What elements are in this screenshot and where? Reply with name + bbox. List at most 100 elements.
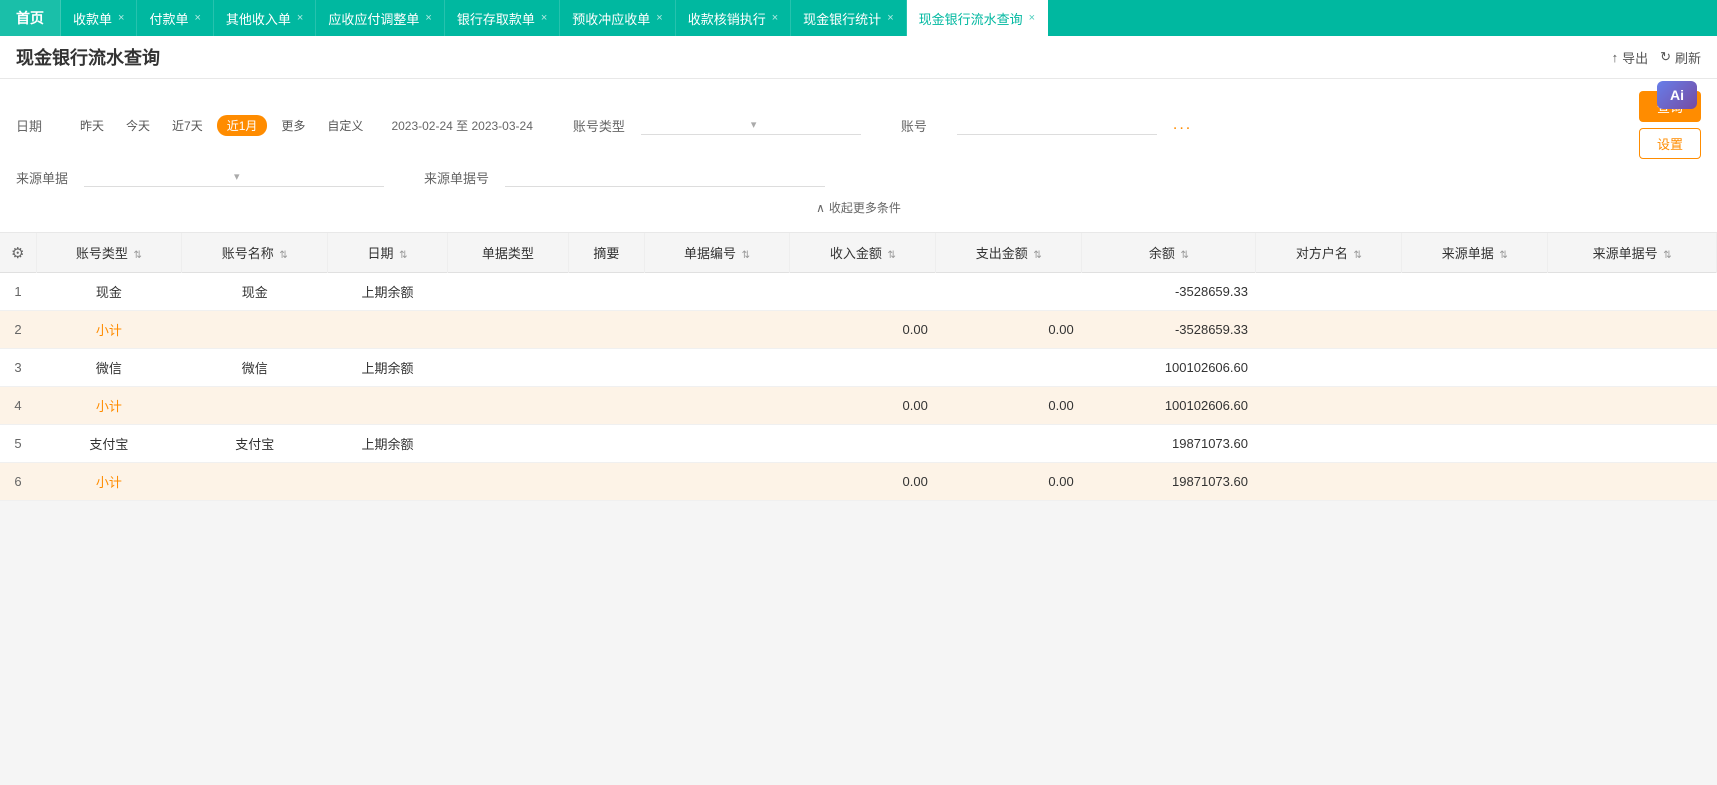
table-row: 4小计0.000.00100102606.60: [0, 387, 1717, 425]
close-icon[interactable]: ×: [118, 12, 124, 24]
account-select[interactable]: [957, 115, 1157, 135]
date-label: 日期: [16, 116, 56, 135]
close-icon[interactable]: ×: [425, 12, 431, 24]
close-icon[interactable]: ×: [297, 12, 303, 24]
th-date[interactable]: 日期 ⇅: [328, 233, 448, 273]
cell-balance: -3528659.33: [1082, 311, 1256, 349]
close-icon[interactable]: ×: [541, 12, 547, 24]
cell-date: 上期余额: [328, 349, 448, 387]
th-account-type[interactable]: 账号类型 ⇅: [36, 233, 182, 273]
date-opt-custom[interactable]: 自定义: [319, 115, 371, 136]
date-opt-yesterday[interactable]: 昨天: [72, 115, 112, 136]
th-source-doc[interactable]: 来源单据 ⇅: [1402, 233, 1548, 273]
header-actions: ↑ 导出 ↻ 刷新 Ai: [1612, 48, 1701, 67]
date-opt-today[interactable]: 今天: [118, 115, 158, 136]
th-source-doc-no[interactable]: 来源单据号 ⇅: [1548, 233, 1717, 273]
cell-account-type: 小计: [36, 387, 182, 425]
cell-doc-no: [644, 349, 790, 387]
nav-item-other-income[interactable]: 其他收入单 ×: [214, 0, 316, 36]
cell-source-doc: [1402, 273, 1548, 311]
account-type-select[interactable]: ▾: [641, 115, 861, 135]
close-icon[interactable]: ×: [887, 12, 893, 24]
date-options: 昨天 今天 近7天 近1月 更多 自定义: [72, 115, 371, 136]
nav-item-stats[interactable]: 现金银行统计 ×: [791, 0, 906, 36]
table-header-row: ⚙ 账号类型 ⇅ 账号名称 ⇅ 日期 ⇅ 单据类型 摘要 单据编号 ⇅ 收入金额…: [0, 233, 1717, 273]
close-icon[interactable]: ×: [656, 12, 662, 24]
chevron-up-icon: ∧: [816, 201, 825, 215]
cell-counterparty: [1256, 349, 1402, 387]
cell-source-doc: [1402, 311, 1548, 349]
nav-item-shoukuan[interactable]: 收款单 ×: [61, 0, 137, 36]
close-icon[interactable]: ×: [1029, 12, 1035, 24]
top-nav: 首页 收款单 × 付款单 × 其他收入单 × 应收应付调整单 × 银行存取款单 …: [0, 0, 1717, 36]
cell-doc-type: [447, 273, 568, 311]
cell-balance: 100102606.60: [1082, 387, 1256, 425]
row-number: 3: [0, 349, 36, 387]
close-icon[interactable]: ×: [772, 12, 778, 24]
source-doc-no-input[interactable]: [505, 167, 825, 187]
gear-icon[interactable]: ⚙: [11, 245, 24, 262]
cell-source-doc: [1402, 425, 1548, 463]
th-balance[interactable]: 余额 ⇅: [1082, 233, 1256, 273]
cell-summary: [569, 387, 645, 425]
date-opt-7days[interactable]: 近7天: [164, 115, 211, 136]
account-label: 账号: [901, 116, 941, 135]
refresh-button[interactable]: ↻ 刷新: [1660, 48, 1701, 67]
cell-expense: [936, 425, 1082, 463]
nav-item-verification[interactable]: 收款核销执行 ×: [676, 0, 791, 36]
cell-balance: -3528659.33: [1082, 273, 1256, 311]
nav-item-adjustment[interactable]: 应收应付调整单 ×: [316, 0, 444, 36]
cell-income: 0.00: [790, 387, 936, 425]
th-income[interactable]: 收入金额 ⇅: [790, 233, 936, 273]
source-doc-select[interactable]: ▾: [84, 167, 384, 187]
cell-account-type: 微信: [36, 349, 182, 387]
cell-date: [328, 463, 448, 501]
row-number: 6: [0, 463, 36, 501]
th-doc-no[interactable]: 单据编号 ⇅: [644, 233, 790, 273]
sort-arrows-icon: ⇅: [279, 250, 287, 261]
nav-home[interactable]: 首页: [0, 0, 61, 36]
nav-item-flow-query[interactable]: 现金银行流水查询 ×: [907, 0, 1048, 36]
cell-source-doc: [1402, 463, 1548, 501]
table-container: ⚙ 账号类型 ⇅ 账号名称 ⇅ 日期 ⇅ 单据类型 摘要 单据编号 ⇅ 收入金额…: [0, 233, 1717, 501]
th-summary: 摘要: [569, 233, 645, 273]
cell-account-type: 小计: [36, 463, 182, 501]
chevron-down-icon-2: ▾: [234, 170, 378, 183]
cell-source-doc-no: [1548, 273, 1717, 311]
account-type-label: 账号类型: [573, 116, 625, 135]
th-settings[interactable]: ⚙: [0, 233, 36, 273]
cell-balance: 100102606.60: [1082, 349, 1256, 387]
export-button[interactable]: ↑ 导出: [1612, 48, 1649, 67]
th-counterparty[interactable]: 对方户名 ⇅: [1256, 233, 1402, 273]
cell-doc-no: [644, 311, 790, 349]
cell-expense: [936, 349, 1082, 387]
close-icon[interactable]: ×: [194, 12, 200, 24]
cell-doc-no: [644, 425, 790, 463]
cell-summary: [569, 463, 645, 501]
table-body: 1现金现金上期余额-3528659.332小计0.000.00-3528659.…: [0, 273, 1717, 501]
sort-arrows-icon: ⇅: [1499, 250, 1507, 261]
nav-item-advance[interactable]: 预收冲应收单 ×: [560, 0, 675, 36]
th-expense[interactable]: 支出金额 ⇅: [936, 233, 1082, 273]
cell-account-name: [182, 387, 328, 425]
cell-doc-no: [644, 387, 790, 425]
row-number: 2: [0, 311, 36, 349]
setting-button[interactable]: 设置: [1639, 128, 1701, 159]
cell-doc-no: [644, 463, 790, 501]
cell-doc-type: [447, 387, 568, 425]
row-number: 4: [0, 387, 36, 425]
refresh-icon: ↻: [1660, 49, 1671, 65]
sort-arrows-icon: ⇅: [134, 250, 142, 261]
th-account-name[interactable]: 账号名称 ⇅: [182, 233, 328, 273]
cell-date: 上期余额: [328, 273, 448, 311]
collapse-bar[interactable]: ∧ 收起更多条件: [16, 195, 1701, 220]
source-doc-no-label: 来源单据号: [424, 168, 489, 187]
nav-item-bank-deposit[interactable]: 银行存取款单 ×: [445, 0, 560, 36]
ai-badge[interactable]: Ai: [1657, 81, 1697, 109]
cell-summary: [569, 349, 645, 387]
date-opt-1month[interactable]: 近1月: [217, 115, 268, 136]
date-opt-more[interactable]: 更多: [273, 115, 313, 136]
nav-item-fukuan[interactable]: 付款单 ×: [137, 0, 213, 36]
account-type-value: [647, 117, 751, 132]
more-options-dots[interactable]: ...: [1173, 116, 1192, 134]
